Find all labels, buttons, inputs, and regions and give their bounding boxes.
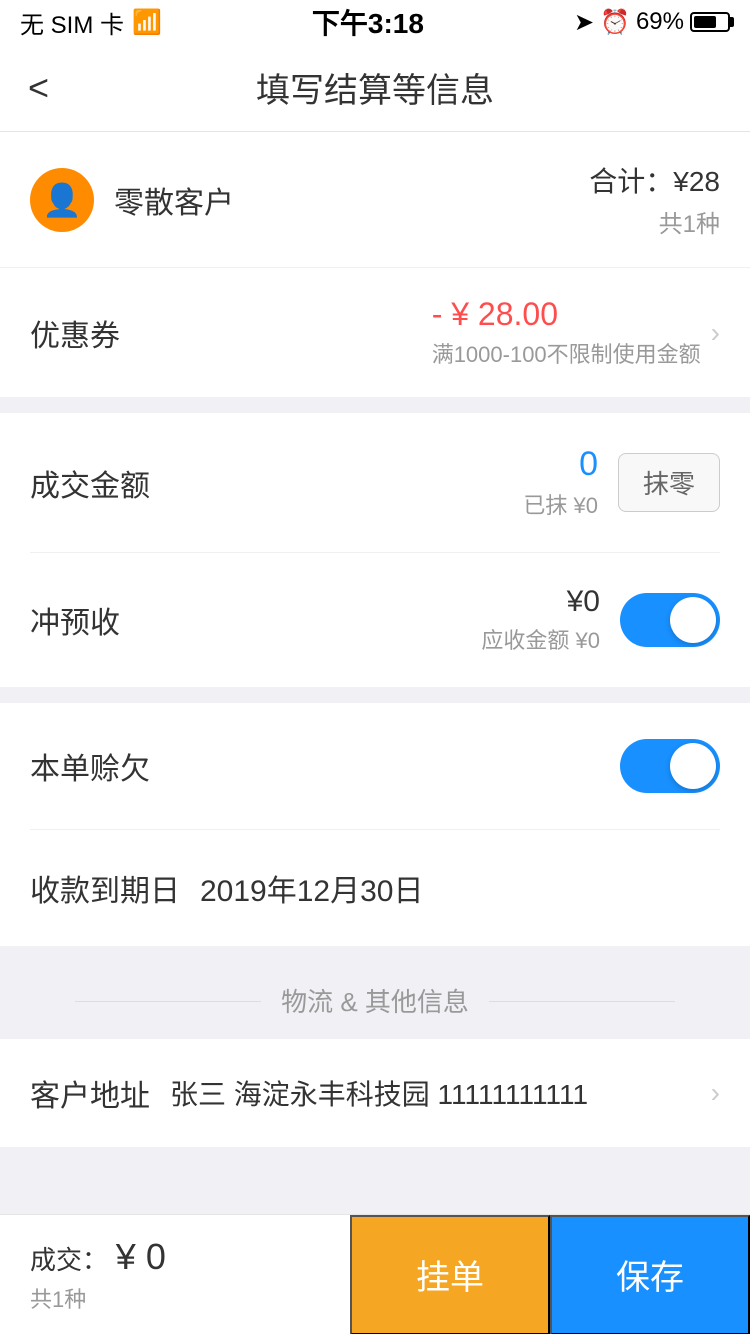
due-date-value: 2019年12月30日 xyxy=(200,866,423,910)
address-row[interactable]: 客户地址 张三 海淀永丰科技园 11111111111 › xyxy=(30,1039,720,1147)
customer-card: 👤 零散客户 合计：¥28 共1种 优惠券 - ¥ 28.00 满1000-10… xyxy=(0,132,750,397)
customer-avatar: 👤 xyxy=(30,168,94,232)
debt-toggle-knob xyxy=(670,743,716,789)
bottom-deal-label: 成交： xyxy=(30,1245,108,1275)
bottom-info: 成交： ¥ 0 共1种 xyxy=(0,1236,350,1314)
deal-amount-right: 0 已抹 ¥0 抹零 xyxy=(523,445,720,520)
toggle-knob xyxy=(670,597,716,643)
page-title: 填写结算等信息 xyxy=(256,63,494,112)
due-date-row[interactable]: 收款到期日 2019年12月30日 xyxy=(30,830,720,946)
wifi-icon: 📶 xyxy=(132,8,162,37)
coupon-label: 优惠券 xyxy=(30,311,120,355)
battery-fill xyxy=(694,16,716,28)
deal-amount-value: 0 xyxy=(523,445,598,484)
battery-indicator xyxy=(690,12,730,32)
round-button[interactable]: 抹零 xyxy=(618,453,720,512)
bottom-deal-amount: ¥ 0 xyxy=(116,1236,166,1277)
battery-percent: 69% xyxy=(636,8,684,36)
nav-bar: < 填写结算等信息 xyxy=(0,44,750,132)
prepay-amount-value: ¥0 xyxy=(481,585,600,619)
address-value: 张三 海淀永丰科技园 11111111111 xyxy=(170,1073,711,1113)
status-bar: 无 SIM 卡 📶 下午3:18 ➤ ⏰ 69% xyxy=(0,0,750,44)
coupon-right: - ¥ 28.00 满1000-100不限制使用金额 › xyxy=(432,296,720,369)
prepay-row: 冲预收 ¥0 应收金额 ¥0 xyxy=(30,553,720,687)
total-count: 共1种 xyxy=(589,204,720,239)
signal-text: 无 SIM 卡 xyxy=(20,5,124,40)
deal-amount-col: 0 已抹 ¥0 xyxy=(523,445,598,520)
logistics-label: 物流 & 其他信息 xyxy=(261,987,489,1017)
location-icon: ➤ xyxy=(574,8,594,37)
address-label: 客户地址 xyxy=(30,1071,150,1115)
deal-amount-row: 成交金额 0 已抹 ¥0 抹零 xyxy=(30,413,720,553)
status-right: ➤ ⏰ 69% xyxy=(574,8,730,37)
prepay-right: ¥0 应收金额 ¥0 xyxy=(481,585,720,655)
total-amount: 合计：¥28 xyxy=(589,160,720,200)
deal-section: 成交金额 0 已抹 ¥0 抹零 冲预收 ¥0 应收金额 ¥0 xyxy=(0,413,750,687)
chevron-right-icon: › xyxy=(711,317,720,349)
prepay-amount-col: ¥0 应收金额 ¥0 xyxy=(481,585,600,655)
content-area: 👤 零散客户 合计：¥28 共1种 优惠券 - ¥ 28.00 满1000-10… xyxy=(0,132,750,1303)
debt-row: 本单赊欠 xyxy=(30,703,720,830)
address-section: 客户地址 张三 海淀永丰科技园 11111111111 › xyxy=(0,1039,750,1147)
avatar-icon: 👤 xyxy=(42,181,82,219)
bottom-deal-line: 成交： ¥ 0 xyxy=(30,1236,320,1278)
pending-button[interactable]: 挂单 xyxy=(350,1215,550,1334)
customer-right: 合计：¥28 共1种 xyxy=(589,160,720,239)
save-button[interactable]: 保存 xyxy=(550,1215,750,1334)
bottom-bar: 成交： ¥ 0 共1种 挂单 保存 xyxy=(0,1214,750,1334)
due-date-label: 收款到期日 xyxy=(30,866,180,910)
prepay-toggle[interactable] xyxy=(620,593,720,647)
debt-label: 本单赊欠 xyxy=(30,744,150,788)
logistics-divider: 物流 & 其他信息 xyxy=(0,962,750,1039)
alarm-icon: ⏰ xyxy=(600,8,630,37)
deal-amount-label: 成交金额 xyxy=(30,461,150,505)
coupon-row[interactable]: 优惠券 - ¥ 28.00 满1000-100不限制使用金额 › xyxy=(0,267,750,397)
debt-toggle[interactable] xyxy=(620,739,720,793)
customer-row: 👤 零散客户 合计：¥28 共1种 xyxy=(0,132,750,267)
status-time: 下午3:18 xyxy=(312,2,424,42)
address-chevron-icon: › xyxy=(711,1077,720,1109)
coupon-description: 满1000-100不限制使用金额 xyxy=(432,337,701,369)
deal-amount-sub: 已抹 ¥0 xyxy=(523,488,598,520)
coupon-discount: - ¥ 28.00 xyxy=(432,296,701,333)
status-left: 无 SIM 卡 📶 xyxy=(20,5,162,40)
back-button[interactable]: < xyxy=(28,67,49,109)
customer-name: 零散客户 xyxy=(114,178,234,222)
debt-section: 本单赊欠 收款到期日 2019年12月30日 xyxy=(0,703,750,946)
customer-left: 👤 零散客户 xyxy=(30,168,234,232)
coupon-info: - ¥ 28.00 满1000-100不限制使用金额 xyxy=(432,296,701,369)
prepay-sub-text: 应收金额 ¥0 xyxy=(481,623,600,655)
bottom-deal-count: 共1种 xyxy=(30,1282,320,1314)
prepay-label: 冲预收 xyxy=(30,598,120,642)
